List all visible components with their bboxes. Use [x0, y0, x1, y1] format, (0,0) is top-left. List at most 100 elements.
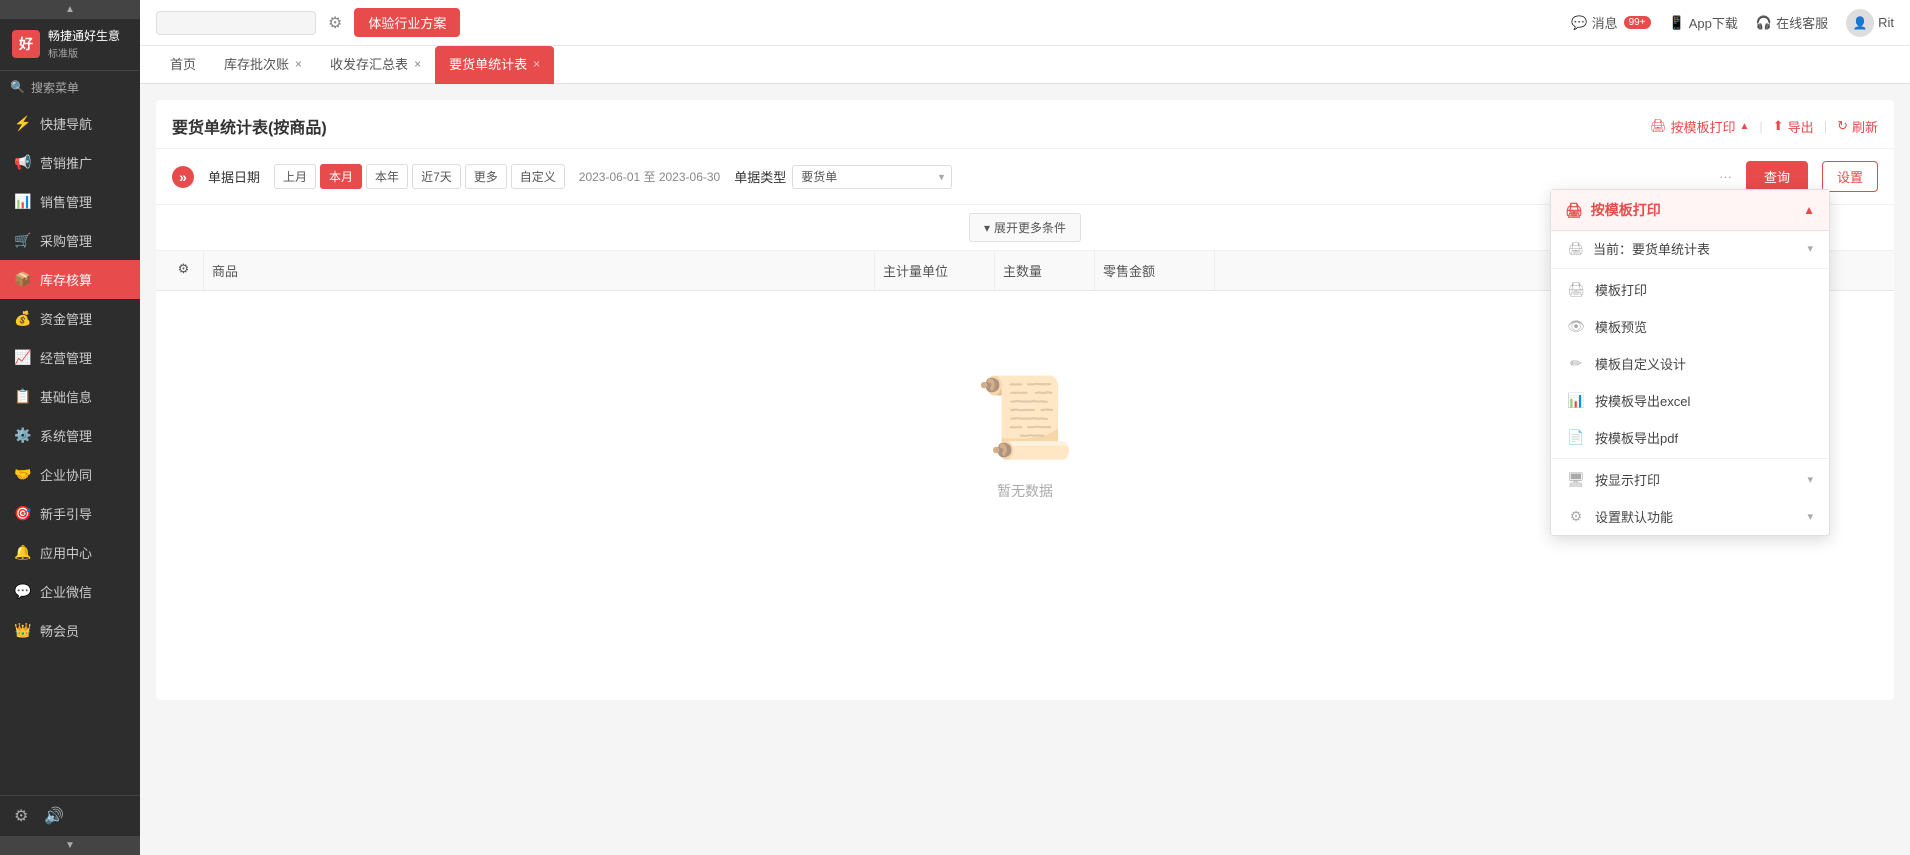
topbar-messages[interactable]: 💬 消息 99+: [1571, 13, 1650, 32]
sidebar-bottom: ⚙ 🔊: [0, 795, 140, 836]
tab-order-stats-close[interactable]: ×: [533, 57, 540, 71]
content-area: 要货单统计表(按商品) 🖨 按模板打印 ▲ | ⬆ 导出 | ↻: [140, 84, 1910, 855]
th-settings[interactable]: ⚙: [164, 251, 204, 290]
dropdown-set-default[interactable]: ⚙ 设置默认功能 ▾: [1551, 498, 1829, 535]
topbar-gear-icon[interactable]: ⚙: [328, 13, 342, 33]
search-icon: 🔍: [10, 80, 25, 94]
tab-collection-summary-close[interactable]: ×: [414, 57, 421, 71]
sidebar-item-purchase[interactable]: 🛒 采购管理: [0, 221, 140, 260]
sidebar-item-operations[interactable]: 📈 经营管理: [0, 338, 140, 377]
dropdown-export-excel[interactable]: 📊 按模板导出excel: [1551, 382, 1829, 419]
sidebar-item-system[interactable]: ⚙️ 系统管理: [0, 416, 140, 455]
date-range-display: 2023-06-01 至 2023-06-30: [579, 168, 720, 185]
sidebar-item-app-center[interactable]: 🔔 应用中心: [0, 533, 140, 572]
member-icon: 👑: [14, 621, 32, 639]
print-template-btn[interactable]: 🖨 按模板打印 ▲: [1650, 117, 1749, 136]
date-btn-more[interactable]: 更多: [465, 164, 507, 189]
sidebar-item-sales[interactable]: 📊 销售管理: [0, 182, 140, 221]
dropdown-export-pdf[interactable]: 📄 按模板导出pdf: [1551, 419, 1829, 456]
template-design-icon: ✏: [1567, 355, 1585, 372]
tab-order-stats[interactable]: 要货单统计表 ×: [435, 46, 554, 84]
print-template-dropdown: 🖨 按模板打印 ▲ 🖨 当前：要货单统计表 ▾ 🖨 模板打印: [1550, 189, 1830, 536]
display-print-arrow: ▾: [1807, 473, 1813, 486]
date-filter-label: 单据日期: [208, 167, 260, 186]
page-header: 要货单统计表(按商品) 🖨 按模板打印 ▲ | ⬆ 导出 | ↻: [156, 100, 1894, 149]
export-pdf-icon: 📄: [1567, 429, 1585, 446]
expand-more-filters-btn[interactable]: ▾ 展开更多条件: [969, 213, 1081, 242]
operations-icon: 📈: [14, 348, 32, 366]
sidebar-scroll-down[interactable]: ▼: [0, 836, 140, 855]
empty-text: 暂无数据: [997, 481, 1053, 501]
dropdown-close-icon[interactable]: ▲: [1803, 203, 1815, 217]
sidebar-item-wechat[interactable]: 💬 企业微信: [0, 572, 140, 611]
dropdown-current-arrow: ▾: [1807, 242, 1813, 255]
tab-collection-summary[interactable]: 收发存汇总表 ×: [316, 46, 435, 84]
sidebar-audio-icon[interactable]: 🔊: [44, 806, 64, 826]
trial-btn[interactable]: 体验行业方案: [354, 8, 460, 37]
date-btn-custom[interactable]: 自定义: [511, 164, 565, 189]
chevron-down-icon: ▲: [1739, 121, 1749, 132]
quick-nav-icon: ⚡: [14, 114, 32, 132]
date-btn-this-year[interactable]: 本年: [366, 164, 408, 189]
th-retail-amount: 零售金额: [1095, 251, 1215, 290]
template-print-icon: 🖨: [1567, 281, 1585, 298]
wechat-icon: 💬: [14, 582, 32, 600]
date-btn-7days[interactable]: 近7天: [412, 164, 461, 189]
sidebar-item-quick-nav[interactable]: ⚡ 快捷导航: [0, 104, 140, 143]
topbar: ⚙ 体验行业方案 💬 消息 99+ 📱 App下载 🎧 在线客服 👤 Rit: [140, 0, 1910, 46]
date-btn-this-month[interactable]: 本月: [320, 164, 362, 189]
topbar-right: 💬 消息 99+ 📱 App下载 🎧 在线客服 👤 Rit: [1571, 9, 1894, 37]
topbar-app-download[interactable]: 📱 App下载: [1669, 13, 1738, 32]
dropdown-template-design[interactable]: ✏ 模板自定义设计: [1551, 345, 1829, 382]
export-btn[interactable]: ⬆ 导出: [1773, 117, 1814, 136]
sidebar-item-guide[interactable]: 🎯 新手引导: [0, 494, 140, 533]
message-badge: 99+: [1624, 16, 1651, 29]
dropdown-divider-1: [1551, 268, 1829, 269]
sidebar-item-base-info[interactable]: 📋 基础信息: [0, 377, 140, 416]
sidebar-search-btn[interactable]: 🔍 搜索菜单: [0, 71, 140, 104]
th-unit: 主计量单位: [875, 251, 995, 290]
dropdown-template-preview[interactable]: 👁 模板预览: [1551, 308, 1829, 345]
topbar-search-input[interactable]: [156, 11, 316, 35]
th-product: 商品: [204, 251, 875, 290]
query-btn[interactable]: 查询: [1746, 161, 1808, 192]
page-header-actions: 🖨 按模板打印 ▲ | ⬆ 导出 | ↻ 刷新: [1650, 117, 1878, 136]
more-icon-btn[interactable]: ···: [1719, 169, 1732, 184]
order-type-select[interactable]: 要货单: [792, 165, 952, 189]
sidebar-nav: ⚡ 快捷导航 📢 营销推广 📊 销售管理 🛒 采购管理 📦 库存核算 💰 资金管…: [0, 104, 140, 795]
print-icon: 🖨: [1650, 118, 1667, 134]
username-label: Rit: [1878, 15, 1894, 30]
date-buttons: 上月 本月 本年 近7天 更多 自定义: [274, 164, 565, 189]
dropdown-current-template[interactable]: 🖨 当前：要货单统计表 ▾: [1551, 231, 1829, 266]
sidebar: ▲ 好 畅捷通好生意 标准版 🔍 搜索菜单 ⚡ 快捷导航 📢 营销推广 📊 销售…: [0, 0, 140, 855]
dropdown-header: 🖨 按模板打印 ▲: [1551, 190, 1829, 231]
settings-btn[interactable]: 设置: [1822, 161, 1878, 192]
sidebar-settings-icon[interactable]: ⚙: [14, 806, 28, 826]
topbar-online-service[interactable]: 🎧 在线客服: [1756, 13, 1828, 32]
display-print-icon: 🖥: [1567, 471, 1585, 488]
sidebar-item-finance[interactable]: 💰 资金管理: [0, 299, 140, 338]
sidebar-item-marketing[interactable]: 📢 营销推广: [0, 143, 140, 182]
order-type-label: 单据类型: [734, 167, 786, 186]
tab-home[interactable]: 首页: [156, 46, 210, 84]
dropdown-divider-2: [1551, 458, 1829, 459]
app-logo-text: 畅捷通好生意 标准版: [48, 29, 120, 60]
tab-batch-accounts[interactable]: 库存批次账 ×: [210, 46, 316, 84]
dropdown-print-icon: 🖨: [1565, 202, 1583, 219]
sidebar-item-inventory[interactable]: 📦 库存核算: [0, 260, 140, 299]
sidebar-scroll-up[interactable]: ▲: [0, 0, 140, 19]
refresh-btn[interactable]: ↻ 刷新: [1837, 117, 1878, 136]
tab-batch-accounts-close[interactable]: ×: [295, 57, 302, 71]
refresh-icon: ↻: [1837, 118, 1848, 134]
purchase-icon: 🛒: [14, 231, 32, 249]
filter-expand-btn[interactable]: »: [172, 166, 194, 188]
sidebar-item-member[interactable]: 👑 畅会员: [0, 611, 140, 650]
system-icon: ⚙️: [14, 426, 32, 444]
order-type-select-wrapper: 要货单: [792, 165, 952, 189]
dropdown-template-print[interactable]: 🖨 模板打印: [1551, 271, 1829, 308]
dropdown-display-print[interactable]: 🖥 按显示打印 ▾: [1551, 461, 1829, 498]
topbar-user[interactable]: 👤 Rit: [1846, 9, 1894, 37]
sidebar-item-collab[interactable]: 🤝 企业协同: [0, 455, 140, 494]
date-btn-last-month[interactable]: 上月: [274, 164, 316, 189]
guide-icon: 🎯: [14, 504, 32, 522]
